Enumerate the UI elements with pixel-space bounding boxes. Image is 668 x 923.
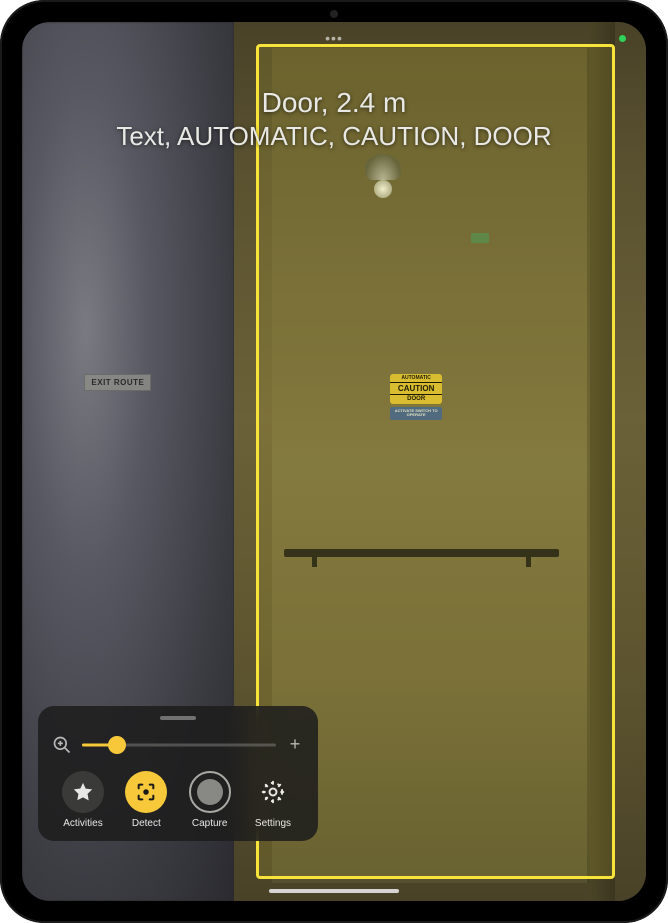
detection-text-line1: Door, 2.4 m [34,87,634,119]
exit-sign [471,233,489,243]
detect-action[interactable]: Detect [117,771,175,829]
zoom-row: + [52,734,304,755]
screen: EXIT ROUTE AUTOMATIC CAUTION DOOR ACTIVA… [22,22,646,901]
zoom-slider[interactable] [82,735,276,755]
activities-button[interactable] [62,771,104,813]
capture-button[interactable] [189,771,231,813]
zoom-slider-thumb[interactable] [108,736,126,754]
capture-label: Capture [192,818,228,829]
door-panel [272,48,590,883]
settings-label: Settings [255,818,291,829]
detect-button[interactable] [125,771,167,813]
home-indicator[interactable] [269,889,399,893]
door-frame [590,22,615,901]
exit-route-sign: EXIT ROUTE [84,374,151,391]
zoom-out-icon[interactable] [52,735,72,755]
door-push-bar [284,549,559,557]
multitask-dots-icon[interactable]: ••• [325,30,343,46]
camera-in-use-indicator [619,35,626,42]
action-row: Activities Detect [52,771,304,829]
activities-label: Activities [63,818,102,829]
detection-text-line2: Text, AUTOMATIC, CAUTION, DOOR [34,121,634,152]
zoom-in-icon[interactable]: + [286,734,304,755]
activities-action[interactable]: Activities [54,771,112,829]
capture-shutter-icon [197,779,223,805]
detection-summary: Door, 2.4 m Text, AUTOMATIC, CAUTION, DO… [22,87,646,152]
magnifier-control-panel[interactable]: + Activities [38,706,318,841]
detect-label: Detect [132,818,161,829]
caution-sign: AUTOMATIC CAUTION DOOR ACTIVATE SWITCH T… [390,374,442,421]
front-camera-dot [330,10,338,18]
ceiling-lamp [365,154,401,199]
panel-drag-handle[interactable] [160,716,196,720]
ipad-frame: EXIT ROUTE AUTOMATIC CAUTION DOOR ACTIVA… [0,0,668,923]
capture-action[interactable]: Capture [181,771,239,829]
status-bar: ••• [22,28,646,48]
settings-button[interactable] [252,771,294,813]
settings-action[interactable]: Settings [244,771,302,829]
